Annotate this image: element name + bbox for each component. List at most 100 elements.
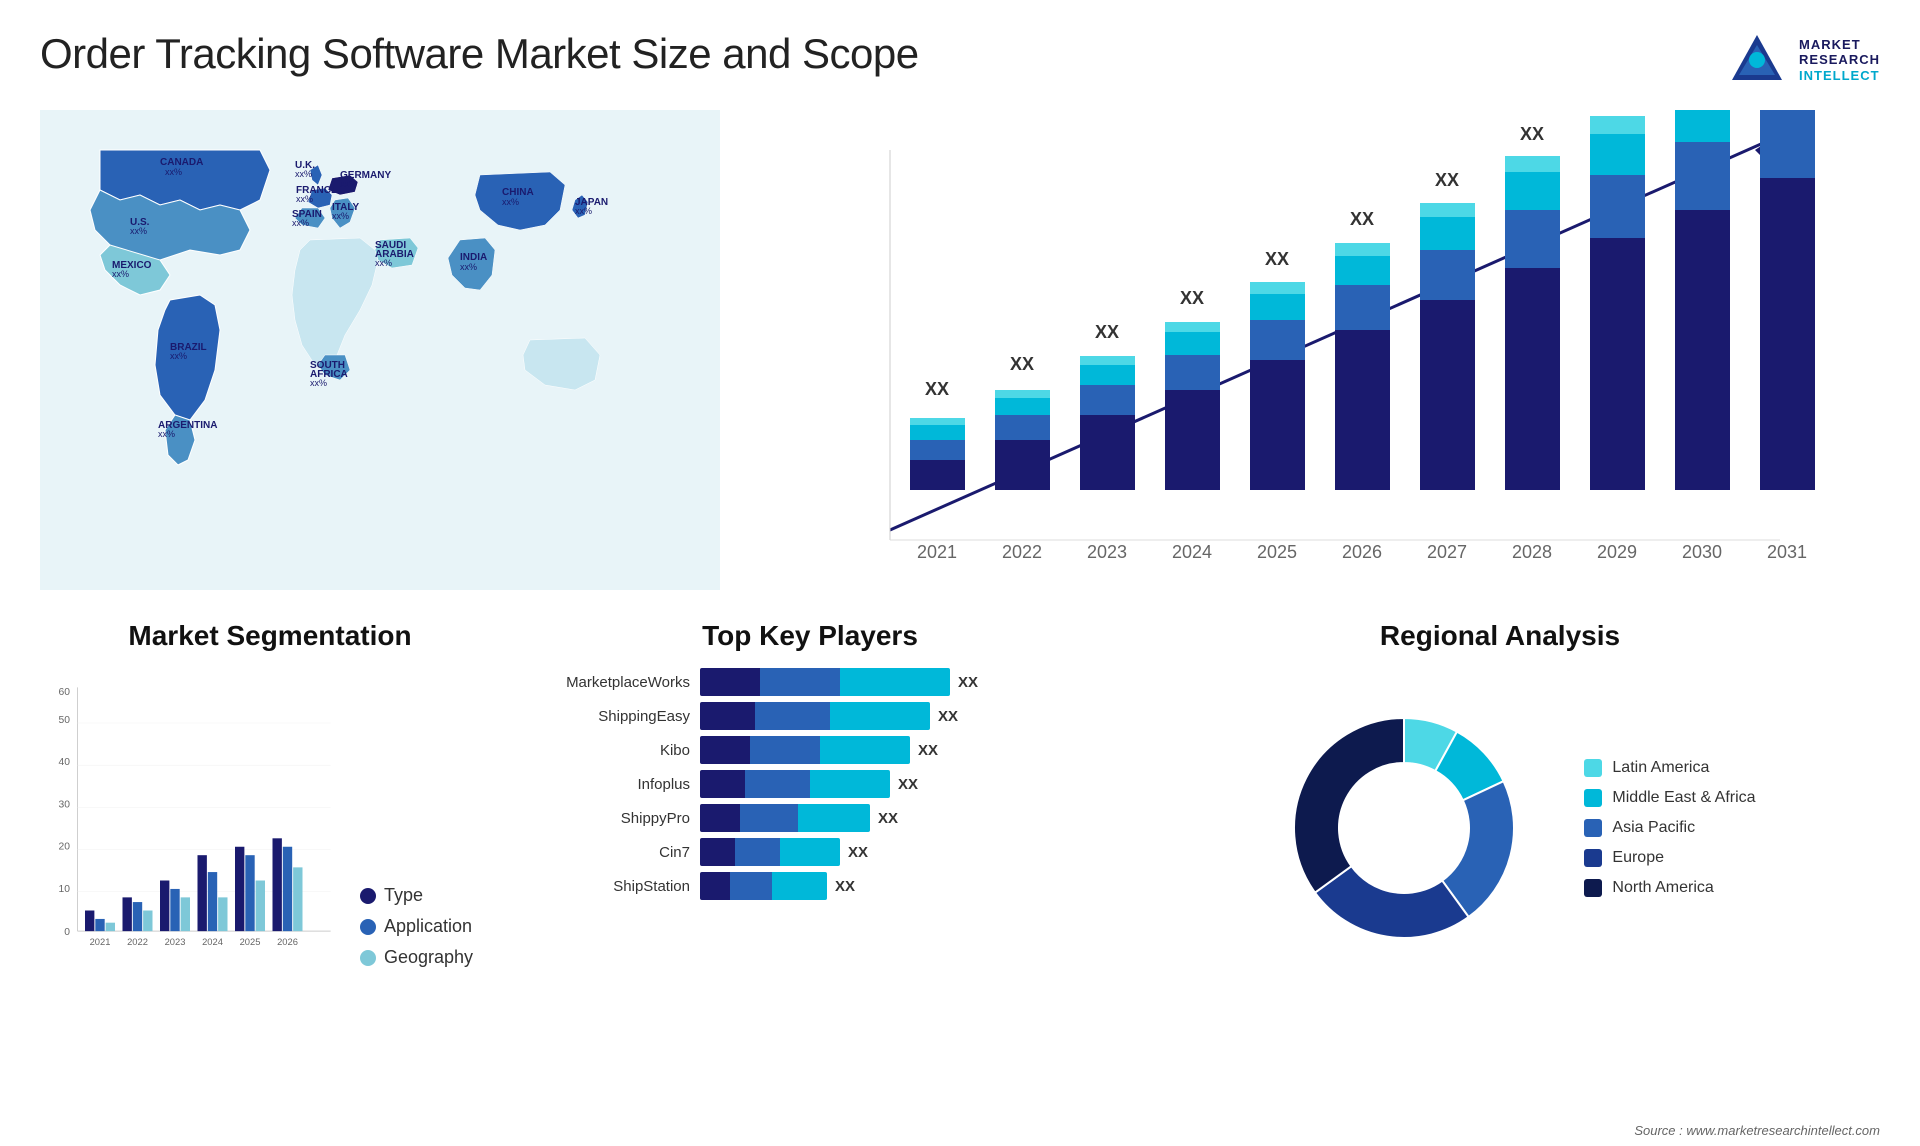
svg-text:xx%: xx%	[158, 429, 175, 439]
regional-legend-label: Europe	[1612, 849, 1664, 867]
player-row: ShippingEasyXX	[520, 702, 1100, 730]
player-row: Cin7 XX	[520, 838, 1100, 866]
map-container: CANADA xx% U.S. xx% MEXICO xx% BRAZIL xx…	[40, 110, 720, 590]
logo-text: MARKET RESEARCH INTELLECT	[1799, 37, 1880, 84]
logo-area: MARKET RESEARCH INTELLECT	[1727, 30, 1880, 90]
logo-line2: RESEARCH	[1799, 52, 1880, 68]
svg-text:10: 10	[59, 884, 71, 895]
svg-text:xx%: xx%	[165, 167, 182, 177]
svg-text:XX: XX	[1095, 322, 1119, 342]
svg-text:XX: XX	[1265, 249, 1289, 269]
regional-legend-item: Middle East & Africa	[1584, 789, 1755, 807]
svg-text:40: 40	[59, 757, 71, 768]
svg-text:2021: 2021	[917, 542, 957, 562]
svg-text:xx%: xx%	[502, 197, 519, 207]
player-bar	[700, 736, 910, 764]
player-name: Kibo	[520, 742, 690, 759]
regional-title: Regional Analysis	[1120, 620, 1880, 652]
svg-text:xx%: xx%	[332, 211, 349, 221]
player-row: MarketplaceWorks XX	[520, 668, 1100, 696]
page-container: Order Tracking Software Market Size and …	[0, 0, 1920, 1146]
svg-text:XX: XX	[1435, 170, 1459, 190]
players-list: MarketplaceWorksXXShippingEasyXXKiboXXIn…	[520, 668, 1100, 900]
player-val: XX	[835, 878, 855, 895]
player-name: ShipStation	[520, 878, 690, 895]
bottom-section: Market Segmentation 0 10 20 30 40 50 60	[40, 620, 1880, 1060]
svg-text:20: 20	[59, 842, 71, 853]
seg-chart-area: 0 10 20 30 40 50 60	[40, 668, 500, 988]
player-name: MarketplaceWorks	[520, 674, 690, 691]
players-container: Top Key Players MarketplaceWorksXXShippi…	[520, 620, 1100, 1060]
regional-legend-dot	[1584, 789, 1602, 807]
world-map-svg: CANADA xx% U.S. xx% MEXICO xx% BRAZIL xx…	[40, 110, 720, 590]
legend-geography: Geography	[360, 947, 473, 968]
regional-legend-dot	[1584, 819, 1602, 837]
svg-text:2026: 2026	[277, 937, 298, 947]
player-row: ShipStation XX	[520, 872, 1100, 900]
legend-app-dot	[360, 919, 376, 935]
svg-text:XX: XX	[925, 379, 949, 399]
regional-legend-label: Asia Pacific	[1612, 819, 1695, 837]
player-bar-container: XX	[700, 702, 958, 730]
player-bar	[700, 668, 950, 696]
player-bar-container: XX	[700, 736, 938, 764]
player-val: XX	[878, 810, 898, 827]
legend-geo-dot	[360, 950, 376, 966]
source-text: Source : www.marketresearchintellect.com	[1634, 1123, 1880, 1138]
svg-text:2023: 2023	[165, 937, 186, 947]
player-row: ShippyPro XX	[520, 804, 1100, 832]
player-name: ShippyPro	[520, 810, 690, 827]
svg-text:XX: XX	[1180, 288, 1204, 308]
player-bar	[700, 770, 890, 798]
svg-text:xx%: xx%	[375, 258, 392, 268]
logo-icon	[1727, 30, 1787, 90]
regional-container: Regional Analysis Latin America Middle Ea…	[1120, 620, 1880, 1060]
player-bar	[700, 804, 870, 832]
regional-legend-item: Asia Pacific	[1584, 819, 1755, 837]
player-bar-container: XX	[700, 804, 898, 832]
svg-text:xx%: xx%	[296, 194, 313, 204]
svg-text:xx%: xx%	[130, 226, 147, 236]
legend-geo-label: Geography	[384, 947, 473, 968]
player-name: Cin7	[520, 844, 690, 861]
legend-type-dot	[360, 888, 376, 904]
legend-type-label: Type	[384, 885, 423, 906]
svg-text:2025: 2025	[1257, 542, 1297, 562]
regional-legend-dot	[1584, 849, 1602, 867]
svg-text:2029: 2029	[1597, 542, 1637, 562]
top-section: CANADA xx% U.S. xx% MEXICO xx% BRAZIL xx…	[40, 110, 1880, 590]
player-bar	[700, 702, 930, 730]
player-val: XX	[918, 742, 938, 759]
svg-text:XX: XX	[1520, 124, 1544, 144]
regional-legend-dot	[1584, 879, 1602, 897]
segmentation-title: Market Segmentation	[40, 620, 500, 652]
logo-line3: INTELLECT	[1799, 68, 1880, 84]
players-title: Top Key Players	[520, 620, 1100, 652]
player-bar-container: XX	[700, 838, 868, 866]
svg-text:xx%: xx%	[295, 169, 312, 179]
svg-text:60: 60	[59, 687, 71, 698]
svg-text:xx%: xx%	[575, 206, 592, 216]
svg-text:30: 30	[59, 799, 71, 810]
svg-text:xx%: xx%	[292, 218, 309, 228]
svg-text:2022: 2022	[127, 937, 148, 947]
svg-text:2030: 2030	[1682, 542, 1722, 562]
regional-legend-label: Middle East & Africa	[1612, 789, 1755, 807]
svg-text:XX: XX	[1010, 354, 1034, 374]
svg-text:XX: XX	[1350, 209, 1374, 229]
regional-legend-label: Latin America	[1612, 759, 1709, 777]
regional-donut-svg	[1244, 668, 1564, 988]
svg-text:2023: 2023	[1087, 542, 1127, 562]
segmentation-container: Market Segmentation 0 10 20 30 40 50 60	[40, 620, 500, 1060]
player-val: XX	[958, 674, 978, 691]
svg-text:2028: 2028	[1512, 542, 1552, 562]
player-bar	[700, 838, 840, 866]
player-bar-container: XX	[700, 668, 978, 696]
svg-text:2022: 2022	[1002, 542, 1042, 562]
svg-text:2026: 2026	[1342, 542, 1382, 562]
regional-legend-dot	[1584, 759, 1602, 777]
svg-text:xx%: xx%	[310, 378, 327, 388]
player-row: InfoplusXX	[520, 770, 1100, 798]
svg-text:xx%: xx%	[340, 179, 357, 189]
player-bar-container: XX	[700, 872, 855, 900]
